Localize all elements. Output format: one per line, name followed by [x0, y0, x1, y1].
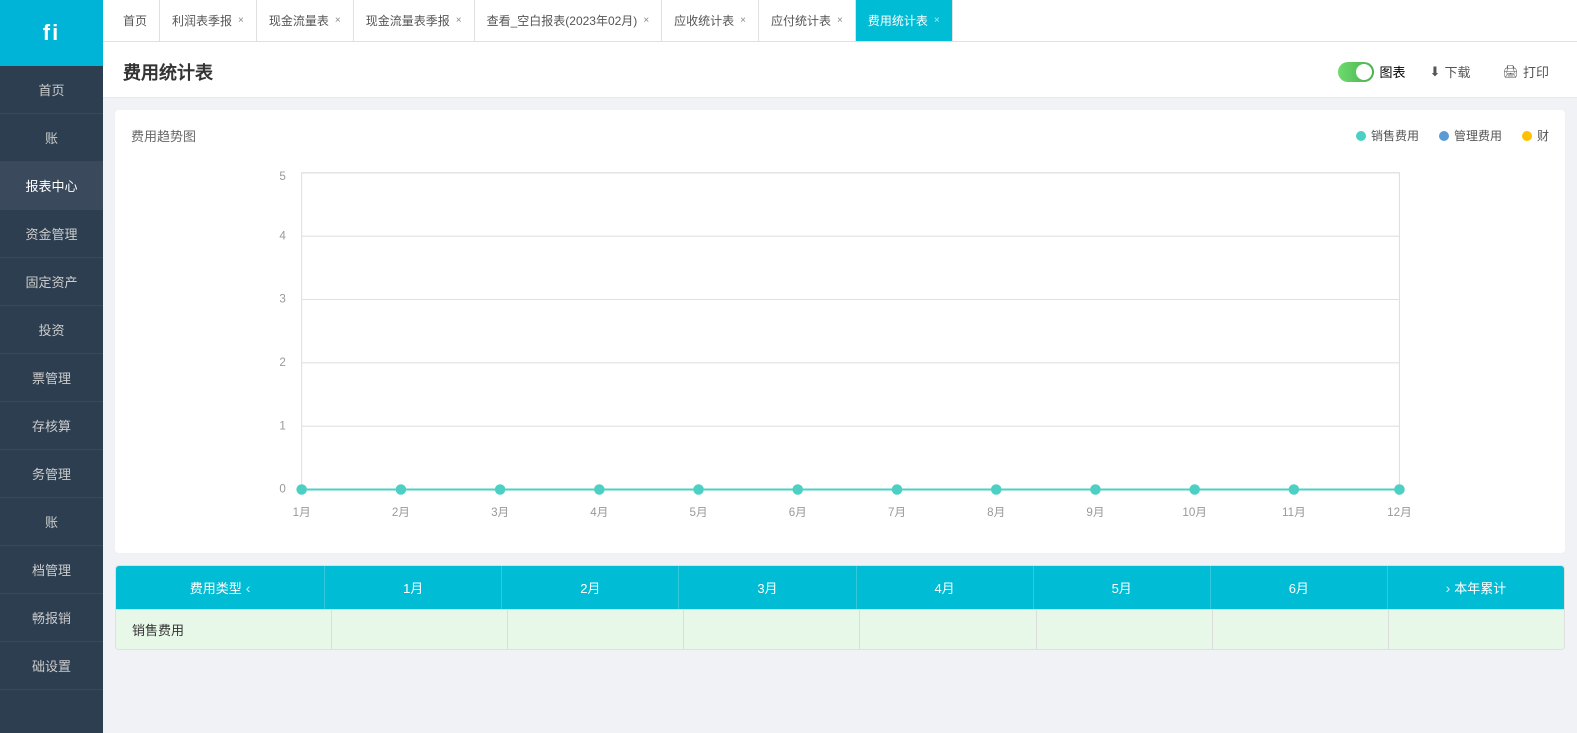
tab-close-receivable[interactable]: × [740, 15, 746, 26]
table-header: 费用类型 ‹ 1月 2月 3月 4月 5月 [116, 566, 1564, 609]
sidebar-item-investment[interactable]: 投资 [0, 306, 103, 354]
tab-profit-quarterly[interactable]: 利润表季报 × [160, 0, 257, 41]
main-area: 首页 利润表季报 × 现金流量表 × 现金流量表季报 × 查看_空白报表(202… [103, 0, 1577, 733]
chart-toggle[interactable] [1338, 62, 1374, 82]
svg-text:9月: 9月 [1086, 506, 1104, 519]
svg-text:6月: 6月 [789, 506, 807, 519]
download-icon: ⬇ [1430, 64, 1441, 80]
app-logo: fi [0, 0, 103, 66]
chart-title: 费用趋势图 [131, 126, 196, 145]
sidebar-item-invoice-mgmt[interactable]: 票管理 [0, 354, 103, 402]
sidebar: fi 首页 账 报表中心 资金管理 固定资产 投资 票管理 存核算 务管理 账 … [0, 0, 103, 733]
svg-text:1月: 1月 [293, 506, 311, 519]
legend-dot-sales [1356, 131, 1366, 141]
svg-text:7月: 7月 [888, 506, 906, 519]
sidebar-item-fixed-assets[interactable]: 固定资产 [0, 258, 103, 306]
tab-cash-flow[interactable]: 现金流量表 × [257, 0, 354, 41]
sidebar-item-file-mgmt[interactable]: 档管理 [0, 546, 103, 594]
chart-svg: 0 1 2 3 4 5 [131, 157, 1549, 537]
svg-text:4月: 4月 [590, 506, 608, 519]
tab-close-cash-flow[interactable]: × [335, 15, 341, 26]
chart-header: 费用趋势图 销售费用 管理费用 财 [131, 126, 1549, 145]
chart-container: 0 1 2 3 4 5 [131, 157, 1549, 537]
svg-text:8月: 8月 [987, 506, 1005, 519]
td-m4 [860, 610, 1036, 649]
nav-next-arrow[interactable]: › [1446, 580, 1451, 596]
tab-close-cash-flow-quarterly[interactable]: × [456, 15, 462, 26]
svg-text:10月: 10月 [1182, 506, 1207, 519]
download-button[interactable]: ⬇ 下载 [1422, 58, 1479, 85]
table-row: 销售费用 [116, 609, 1564, 649]
td-ytd [1389, 610, 1564, 649]
tab-home[interactable]: 首页 [111, 0, 160, 41]
legend-mgmt-expense: 管理费用 [1439, 127, 1502, 144]
tab-receivable[interactable]: 应收统计表 × [662, 0, 759, 41]
sidebar-item-report-center[interactable]: 报表中心 [0, 162, 103, 210]
td-m6 [1213, 610, 1389, 649]
tab-close-profit-quarterly[interactable]: × [238, 15, 244, 26]
td-m1 [332, 610, 508, 649]
svg-text:5: 5 [279, 170, 285, 183]
th-m3: 3月 [679, 566, 856, 609]
svg-text:1: 1 [279, 419, 285, 432]
td-type: 销售费用 [116, 610, 332, 649]
sidebar-item-account[interactable]: 账 [0, 114, 103, 162]
legend-dot-mgmt [1439, 131, 1449, 141]
legend-finance-expense: 财 [1522, 127, 1549, 144]
nav-prev-arrow[interactable]: ‹ [246, 580, 251, 596]
sidebar-item-settings[interactable]: 础设置 [0, 642, 103, 690]
td-m3 [684, 610, 860, 649]
td-m5 [1037, 610, 1213, 649]
content-area: 费用统计表 图表 ⬇ 下载 🖨 打印 费用趋势图 [103, 42, 1577, 733]
print-icon: 🖨 [1502, 64, 1519, 80]
tab-expense-stats[interactable]: 费用统计表 × [856, 0, 953, 41]
header-actions: 图表 ⬇ 下载 🖨 打印 [1338, 58, 1557, 85]
sidebar-item-sub-account[interactable]: 账 [0, 498, 103, 546]
sidebar-item-inventory[interactable]: 存核算 [0, 402, 103, 450]
tab-payable[interactable]: 应付统计表 × [759, 0, 856, 41]
expense-table: 费用类型 ‹ 1月 2月 3月 4月 5月 [115, 565, 1565, 650]
page-title: 费用统计表 [123, 59, 213, 85]
th-m1: 1月 [325, 566, 502, 609]
svg-text:11月: 11月 [1282, 506, 1306, 519]
chart-legend: 销售费用 管理费用 财 [1356, 127, 1549, 144]
th-type: 费用类型 ‹ [116, 566, 325, 609]
th-m2: 2月 [502, 566, 679, 609]
th-m6: 6月 [1211, 566, 1388, 609]
sidebar-item-expense[interactable]: 畅报销 [0, 594, 103, 642]
th-ytd: › 本年累计 [1388, 566, 1564, 609]
tab-close-check-blank[interactable]: × [643, 15, 649, 26]
svg-text:12月: 12月 [1387, 506, 1412, 519]
svg-text:2: 2 [279, 356, 285, 369]
svg-text:0: 0 [279, 483, 285, 496]
svg-text:4: 4 [279, 229, 286, 242]
page-header: 费用统计表 图表 ⬇ 下载 🖨 打印 [103, 42, 1577, 98]
legend-dot-finance [1522, 131, 1532, 141]
svg-text:3: 3 [279, 293, 285, 306]
chart-section: 费用趋势图 销售费用 管理费用 财 [115, 110, 1565, 553]
tab-bar: 首页 利润表季报 × 现金流量表 × 现金流量表季报 × 查看_空白报表(202… [103, 0, 1577, 42]
th-m5: 5月 [1034, 566, 1211, 609]
print-button[interactable]: 🖨 打印 [1494, 58, 1557, 85]
svg-text:2月: 2月 [392, 506, 410, 519]
td-m2 [508, 610, 684, 649]
chart-toggle-wrapper[interactable]: 图表 [1338, 62, 1406, 82]
svg-text:5月: 5月 [690, 506, 708, 519]
sidebar-item-home[interactable]: 首页 [0, 66, 103, 114]
tab-cash-flow-quarterly[interactable]: 现金流量表季报 × [354, 0, 475, 41]
tab-check-blank[interactable]: 查看_空白报表(2023年02月) × [475, 0, 663, 41]
tab-close-expense-stats[interactable]: × [934, 15, 940, 26]
tab-close-payable[interactable]: × [837, 15, 843, 26]
sidebar-item-service-mgmt[interactable]: 务管理 [0, 450, 103, 498]
svg-text:3月: 3月 [491, 506, 509, 519]
legend-sales-expense: 销售费用 [1356, 127, 1419, 144]
sidebar-item-fund-mgmt[interactable]: 资金管理 [0, 210, 103, 258]
th-m4: 4月 [857, 566, 1034, 609]
chart-toggle-label: 图表 [1380, 62, 1406, 81]
